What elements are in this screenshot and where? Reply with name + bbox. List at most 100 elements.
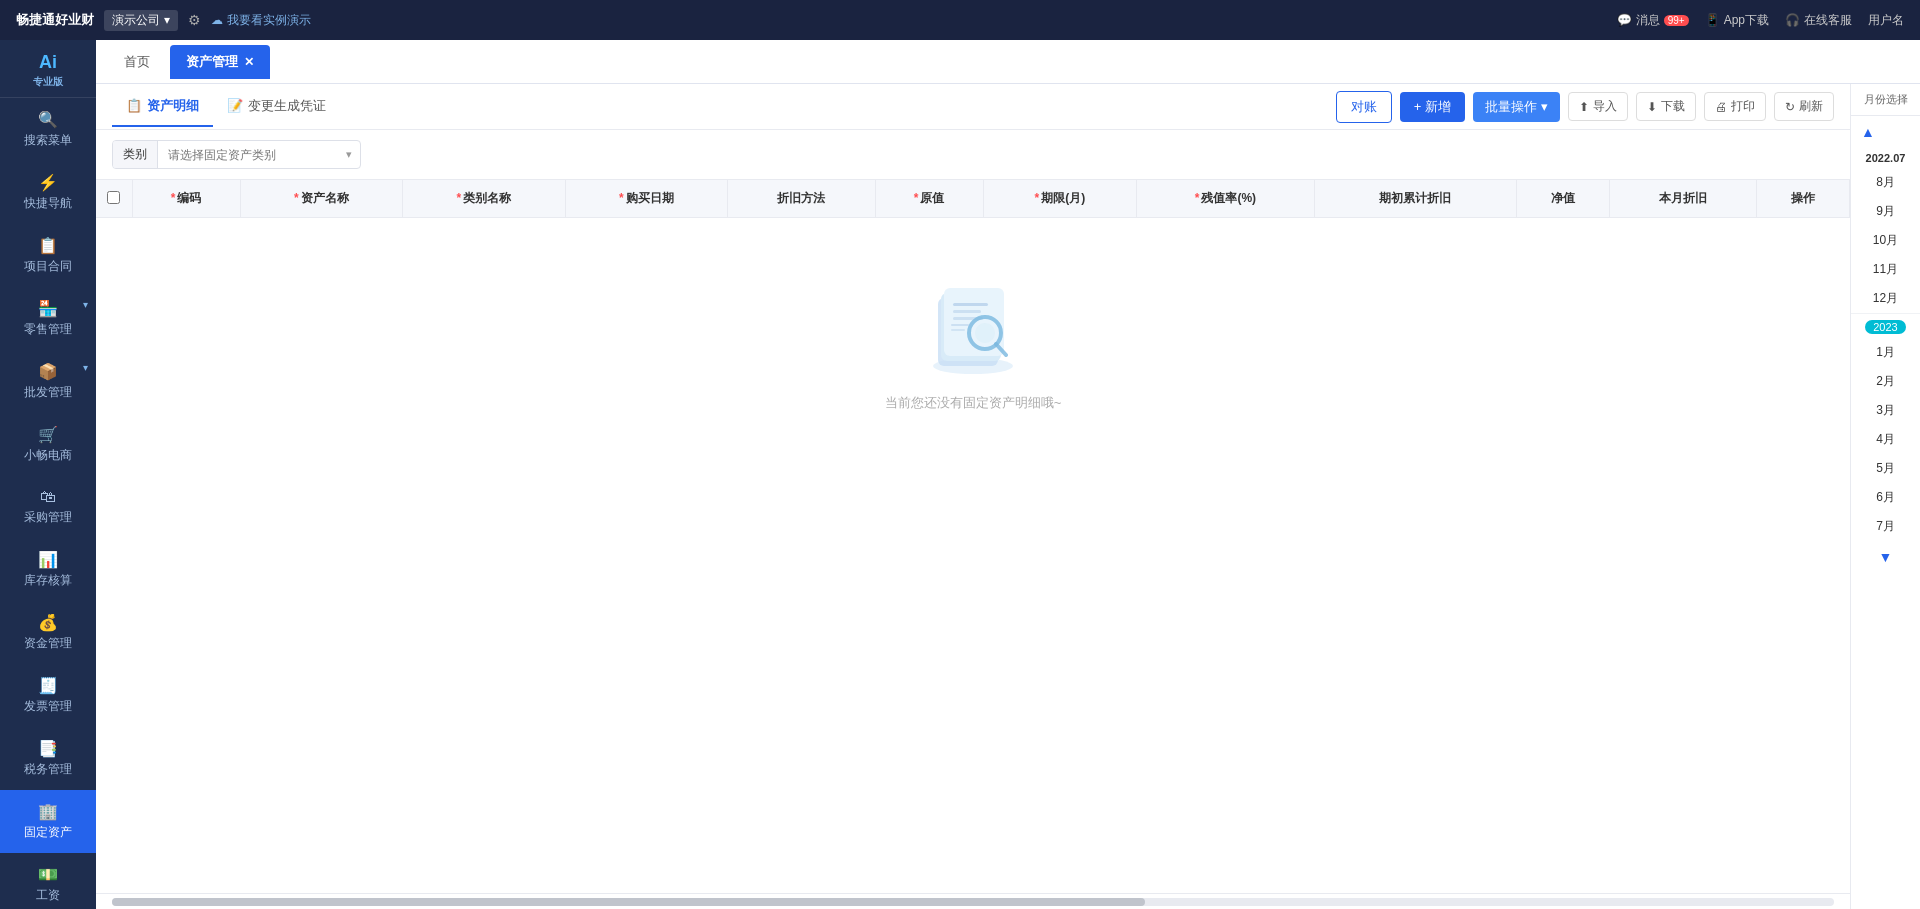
tab-asset-mgmt-label: 资产管理: [186, 53, 238, 71]
sidebar-label-purchase: 采购管理: [24, 509, 72, 526]
sidebar-item-inventory[interactable]: 📊 库存核算: [0, 538, 96, 601]
main-layout: Ai 专业版 🔍 搜索菜单 ⚡ 快捷导航 📋 项目合同 🏪 零售管理 📦 批发管…: [0, 40, 1920, 909]
print-icon: 🖨: [1715, 100, 1727, 114]
top-bar-right: 💬 消息 99+ 📱 App下载 🎧 在线客服 用户名: [1617, 12, 1904, 29]
month-item-2023-3[interactable]: 3月: [1851, 396, 1920, 425]
month-nav-up[interactable]: ▲: [1857, 120, 1879, 144]
month-panel: 月份选择 ▲ 2022.07 8月 9月 10月 11月 12月: [1850, 84, 1920, 909]
user-avatar[interactable]: 用户名: [1868, 12, 1904, 29]
import-label: 导入: [1593, 98, 1617, 115]
detail-tab-icon: 📋: [126, 98, 142, 113]
sidebar-item-quick-nav[interactable]: ⚡ 快捷导航: [0, 161, 96, 224]
month-item-2023-7[interactable]: 7月: [1851, 512, 1920, 541]
month-item-2023-2[interactable]: 2月: [1851, 367, 1920, 396]
online-service-label: 在线客服: [1804, 12, 1852, 29]
month-item-2023-1[interactable]: 1月: [1851, 338, 1920, 367]
message-button[interactable]: 💬 消息 99+: [1617, 12, 1689, 29]
message-badge: 99+: [1664, 15, 1689, 26]
month-nav-down[interactable]: ▼: [1875, 545, 1897, 569]
filter-dropdown-icon[interactable]: ▾: [338, 143, 360, 166]
sidebar-item-purchase[interactable]: 🛍 采购管理: [0, 476, 96, 538]
bottom-scroll-bar: [96, 893, 1850, 909]
scroll-thumb: [112, 898, 1145, 906]
category-input[interactable]: [158, 143, 338, 167]
sidebar-item-tax[interactable]: 📑 税务管理: [0, 727, 96, 790]
download-icon: ⬇: [1647, 100, 1657, 114]
month-item-8[interactable]: 8月: [1851, 168, 1920, 197]
download-button[interactable]: ⬇ 下载: [1636, 92, 1696, 121]
month-item-2023-5[interactable]: 5月: [1851, 454, 1920, 483]
batch-button[interactable]: 批量操作 ▾: [1473, 92, 1560, 122]
scroll-track[interactable]: [112, 898, 1834, 906]
th-operation: 操作: [1756, 180, 1849, 218]
tab-bar: 首页 资产管理 ✕: [96, 40, 1920, 84]
online-service-button[interactable]: 🎧 在线客服: [1785, 12, 1852, 29]
sidebar-label-search: 搜索菜单: [24, 132, 72, 149]
detail-tab-label: 资产明细: [147, 97, 199, 115]
dropdown-icon: ▾: [164, 13, 170, 27]
svg-rect-4: [953, 303, 988, 306]
sidebar-label-fixed-assets: 固定资产: [24, 824, 72, 841]
sidebar-item-project[interactable]: 📋 项目合同: [0, 224, 96, 287]
select-all-checkbox[interactable]: [107, 191, 120, 204]
th-period-months: *期限(月): [983, 180, 1136, 218]
refresh-button[interactable]: ↻ 刷新: [1774, 92, 1834, 121]
sidebar-item-wholesale[interactable]: 📦 批发管理: [0, 350, 96, 413]
import-button[interactable]: ⬆ 导入: [1568, 92, 1628, 121]
logo-ai-text: Ai: [8, 52, 88, 73]
demo-link[interactable]: ☁ 我要看实例演示: [211, 12, 311, 29]
sub-tab-voucher[interactable]: 📝 变更生成凭证: [213, 87, 340, 127]
month-item-2023-4[interactable]: 4月: [1851, 425, 1920, 454]
app-download-button[interactable]: 📱 App下载: [1705, 12, 1769, 29]
th-monthly-depreciation: 本月折旧: [1609, 180, 1756, 218]
app-brand: 畅捷通好业财: [16, 11, 94, 29]
month-item-9[interactable]: 9月: [1851, 197, 1920, 226]
settings-icon[interactable]: ⚙: [188, 12, 201, 28]
top-bar: 畅捷通好业财 演示公司 ▾ ⚙ ☁ 我要看实例演示 💬 消息 99+ 📱 App…: [0, 0, 1920, 40]
sub-tabs: 📋 资产明细 📝 变更生成凭证 对账 + 新增 批量操作 ▾: [96, 84, 1850, 130]
ecommerce-icon: 🛒: [38, 425, 58, 444]
year-2022-label: 2022.07: [1862, 148, 1910, 168]
month-item-2023-6[interactable]: 6月: [1851, 483, 1920, 512]
page-content: 📋 资产明细 📝 变更生成凭证 对账 + 新增 批量操作 ▾: [96, 84, 1920, 909]
company-selector[interactable]: 演示公司 ▾: [104, 10, 178, 31]
sidebar-label-invoice: 发票管理: [24, 698, 72, 715]
finance-icon: 💰: [38, 613, 58, 632]
sidebar-label-wholesale: 批发管理: [24, 384, 72, 401]
voucher-tab-label: 变更生成凭证: [248, 97, 326, 115]
sidebar-item-search[interactable]: 🔍 搜索菜单: [0, 98, 96, 161]
month-item-12[interactable]: 12月: [1851, 284, 1920, 313]
tab-asset-mgmt[interactable]: 资产管理 ✕: [170, 45, 270, 79]
th-checkbox: [96, 180, 132, 218]
sidebar-item-salary[interactable]: 💵 工资: [0, 853, 96, 909]
month-item-11[interactable]: 11月: [1851, 255, 1920, 284]
sidebar-item-finance[interactable]: 💰 资金管理: [0, 601, 96, 664]
refresh-icon: ↻: [1785, 100, 1795, 114]
content-area: 首页 资产管理 ✕ 📋 资产明细 📝 变更生成凭证: [96, 40, 1920, 909]
quick-nav-icon: ⚡: [38, 173, 58, 192]
tab-close-icon[interactable]: ✕: [244, 55, 254, 69]
company-name: 演示公司: [112, 12, 160, 29]
add-button[interactable]: + 新增: [1400, 92, 1465, 122]
sidebar-item-invoice[interactable]: 🧾 发票管理: [0, 664, 96, 727]
asset-table: *编码 *资产名称 *类别名称 *购买日期 折旧方法 *原值 *期限(月) *残…: [96, 180, 1850, 218]
sidebar-logo: Ai 专业版: [0, 40, 96, 98]
sub-tab-detail[interactable]: 📋 资产明细: [112, 87, 213, 127]
month-item-10[interactable]: 10月: [1851, 226, 1920, 255]
sidebar-label-retail: 零售管理: [24, 321, 72, 338]
print-button[interactable]: 🖨 打印: [1704, 92, 1766, 121]
demo-text: 我要看实例演示: [227, 12, 311, 29]
filter-label: 类别: [113, 141, 158, 168]
svg-point-8: [975, 323, 995, 343]
inventory-icon: 📊: [38, 550, 58, 569]
sidebar-item-retail[interactable]: 🏪 零售管理: [0, 287, 96, 350]
th-accumulated: 期初累计折旧: [1314, 180, 1516, 218]
sidebar-item-fixed-assets[interactable]: 🏢 固定资产: [0, 790, 96, 853]
sidebar-item-ecommerce[interactable]: 🛒 小畅电商: [0, 413, 96, 476]
th-residual-rate: *残值率(%): [1137, 180, 1315, 218]
category-filter: 类别 ▾: [112, 140, 361, 169]
reconcile-button[interactable]: 对账: [1336, 91, 1392, 123]
svg-rect-10: [951, 324, 969, 326]
tab-home[interactable]: 首页: [108, 45, 166, 79]
sidebar-label-quick-nav: 快捷导航: [24, 195, 72, 212]
